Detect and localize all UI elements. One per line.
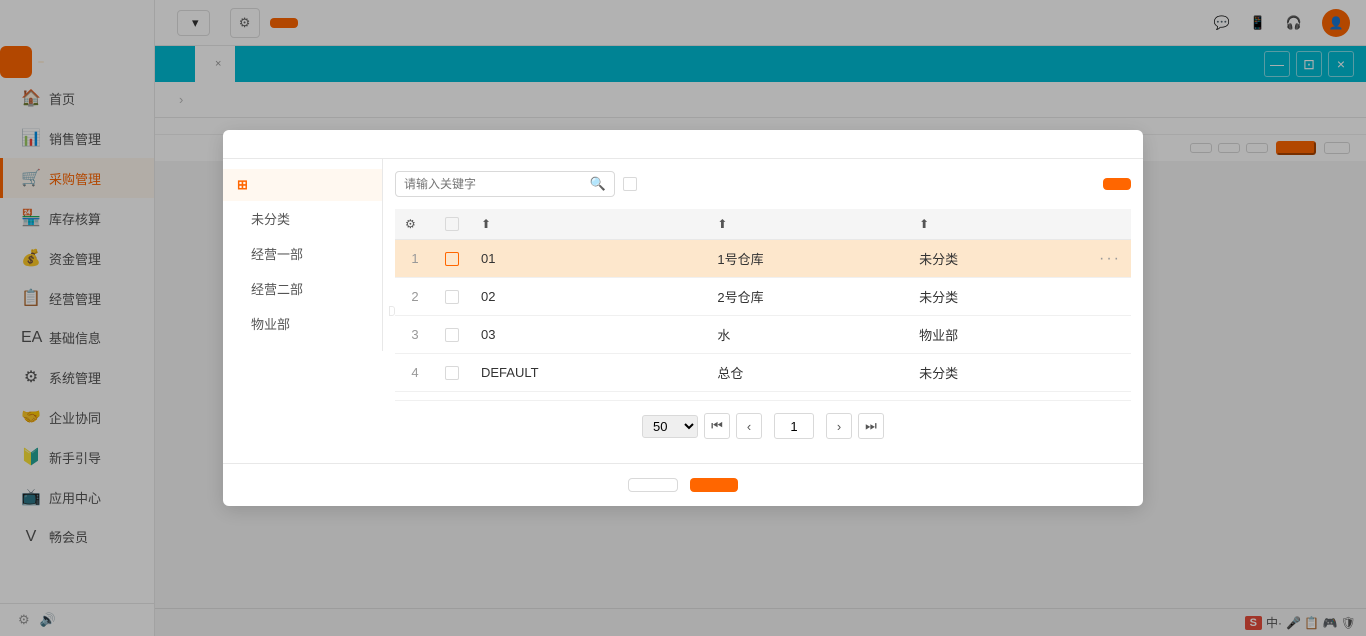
cell-actions-1 [1089, 278, 1131, 316]
warehouse-modal: ⊞ 未分类 经营一部 经营二部 物业部 [223, 130, 1143, 506]
cell-name-2: 水 [707, 316, 909, 354]
first-page-button[interactable]: ⏮ [704, 413, 730, 439]
cell-code-2: 03 [471, 316, 707, 354]
modal-overlay: ⊞ 未分类 经营一部 经营二部 物业部 [0, 0, 1366, 636]
th-code: ⬆ [471, 209, 707, 240]
prev-page-button[interactable]: ‹ [736, 413, 762, 439]
category-label-3: 物业部 [251, 317, 290, 332]
search-icon: 🔍 [590, 176, 606, 192]
th-category: ⬆ [909, 209, 1089, 240]
row-checkbox-0[interactable] [445, 252, 459, 266]
add-warehouse-button[interactable] [1103, 178, 1131, 190]
cell-cb-3 [435, 354, 471, 392]
cell-cat-0: 未分类 [909, 240, 1089, 278]
row-action-icon-0[interactable]: ··· [1099, 250, 1121, 267]
table-row[interactable]: 4 DEFAULT 总仓 未分类 [395, 354, 1131, 392]
select-all-checkbox[interactable] [445, 217, 459, 231]
table-row[interactable]: 1 01 1号仓库 未分类 ··· [395, 240, 1131, 278]
cell-no-2: 3 [395, 316, 435, 354]
search-input-wrap: 🔍 [395, 171, 615, 197]
th-name: ⬆ [707, 209, 909, 240]
category-label-2: 经营二部 [251, 282, 303, 297]
cell-name-1: 2号仓库 [707, 278, 909, 316]
next-page-button[interactable]: › [826, 413, 852, 439]
table-header: ⚙ ⬆ ⬆ [395, 209, 1131, 240]
cell-cb-1 [435, 278, 471, 316]
cell-code-3: DEFAULT [471, 354, 707, 392]
category-item-0[interactable]: 未分类 [223, 201, 382, 236]
cell-actions-3 [1089, 354, 1131, 392]
cell-no-0: 1 [395, 240, 435, 278]
cell-actions-2 [1089, 316, 1131, 354]
cell-cat-3: 未分类 [909, 354, 1089, 392]
row-checkbox-3[interactable] [445, 366, 459, 380]
confirm-button[interactable] [690, 478, 738, 492]
search-input[interactable] [404, 177, 586, 191]
cell-actions-0: ··· [1089, 240, 1131, 278]
per-page-select[interactable]: 50 100 200 [642, 415, 698, 438]
cell-name-3: 总仓 [707, 354, 909, 392]
th-gear: ⚙ [395, 209, 435, 240]
sort-icon-cat: ⬆ [919, 217, 929, 231]
right-panel: 🔍 ⚙ [383, 159, 1143, 463]
gear-icon[interactable]: ⚙ [405, 217, 416, 231]
th-actions [1089, 209, 1131, 240]
modal-body: ⊞ 未分类 经营一部 经营二部 物业部 [223, 159, 1143, 463]
cell-code-1: 02 [471, 278, 707, 316]
collapse-panel-button[interactable] [389, 306, 395, 316]
pagination: 50 100 200 ⏮ ‹ › ⏭ [395, 400, 1131, 451]
th-checkbox [435, 209, 471, 240]
category-label-0: 未分类 [251, 212, 290, 227]
category-panel: ⊞ 未分类 经营一部 经营二部 物业部 [223, 159, 383, 351]
cell-code-0: 01 [471, 240, 707, 278]
category-item-2[interactable]: 经营二部 [223, 271, 382, 306]
search-row: 🔍 [395, 171, 1131, 197]
show-disabled-option[interactable] [623, 177, 641, 191]
category-item-3[interactable]: 物业部 [223, 306, 382, 341]
category-item-1[interactable]: 经营一部 [223, 236, 382, 271]
table-row[interactable]: 2 02 2号仓库 未分类 [395, 278, 1131, 316]
cancel-button[interactable] [628, 478, 678, 492]
cell-cb-0 [435, 240, 471, 278]
show-disabled-checkbox[interactable] [623, 177, 637, 191]
table-row[interactable]: 3 03 水 物业部 [395, 316, 1131, 354]
cell-no-3: 4 [395, 354, 435, 392]
modal-header [223, 130, 1143, 159]
sort-icon-name: ⬆ [717, 217, 727, 231]
category-label-1: 经营一部 [251, 247, 303, 262]
warehouse-table-body: 1 01 1号仓库 未分类 ··· 2 02 2号仓库 未分类 3 03 水 物… [395, 240, 1131, 392]
warehouse-table-container: ⚙ ⬆ ⬆ [395, 209, 1131, 392]
cell-cat-2: 物业部 [909, 316, 1089, 354]
modal-footer [223, 463, 1143, 506]
cell-cat-1: 未分类 [909, 278, 1089, 316]
warehouse-table: ⚙ ⬆ ⬆ [395, 209, 1131, 392]
last-page-button[interactable]: ⏭ [858, 413, 884, 439]
cell-no-1: 2 [395, 278, 435, 316]
row-checkbox-2[interactable] [445, 328, 459, 342]
cell-cb-2 [435, 316, 471, 354]
row-checkbox-1[interactable] [445, 290, 459, 304]
category-all[interactable]: ⊞ [223, 169, 382, 201]
grid-icon: ⊞ [237, 177, 248, 193]
page-number-input[interactable] [774, 413, 814, 439]
sort-icon: ⬆ [481, 217, 491, 231]
cell-name-0: 1号仓库 [707, 240, 909, 278]
